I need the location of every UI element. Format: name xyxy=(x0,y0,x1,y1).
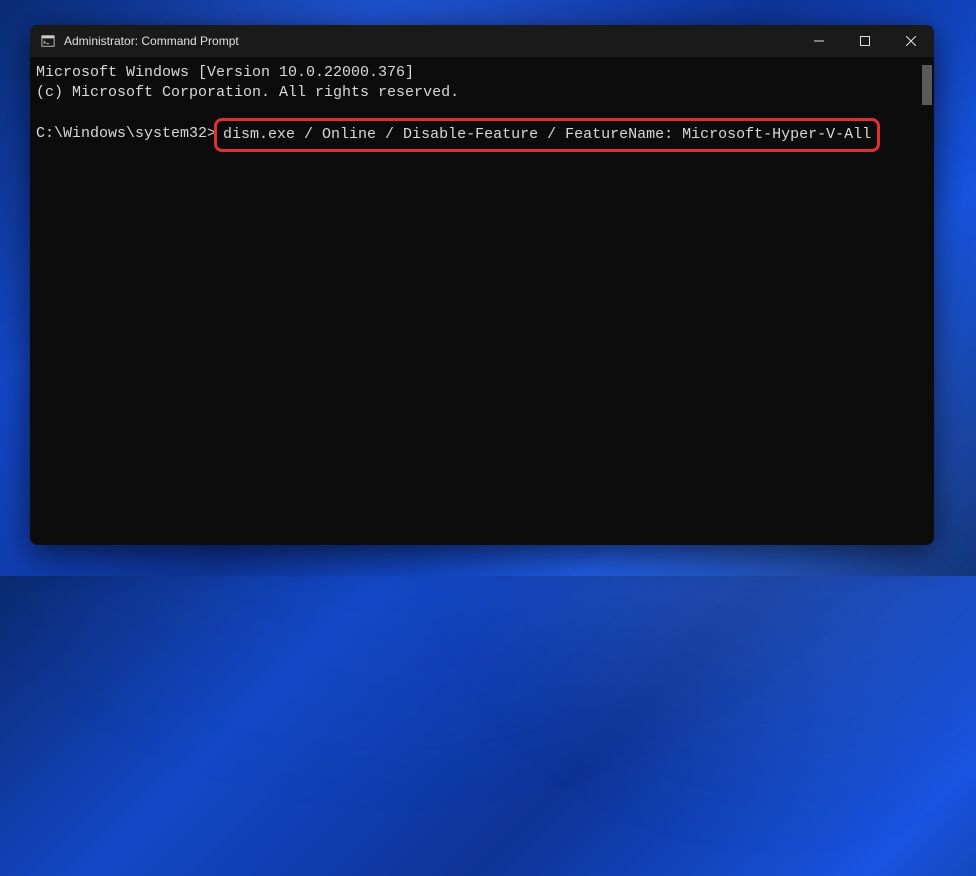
maximize-button[interactable] xyxy=(842,25,888,57)
prompt-line: C:\Windows\system32> dism.exe / Online / … xyxy=(36,124,934,152)
titlebar[interactable]: Administrator: Command Prompt xyxy=(30,25,934,57)
header-line-1: Microsoft Windows [Version 10.0.22000.37… xyxy=(36,63,934,83)
prompt-path: C:\Windows\system32> xyxy=(36,124,216,152)
command-prompt-window: Administrator: Command Prompt Microsoft xyxy=(30,25,934,545)
close-button[interactable] xyxy=(888,25,934,57)
minimize-button[interactable] xyxy=(796,25,842,57)
scrollbar-track[interactable] xyxy=(918,57,934,545)
command-highlight-box: dism.exe / Online / Disable-Feature / Fe… xyxy=(214,118,880,152)
window-controls xyxy=(796,25,934,57)
scrollbar-thumb[interactable] xyxy=(922,65,932,105)
header-line-2: (c) Microsoft Corporation. All rights re… xyxy=(36,83,934,103)
window-title: Administrator: Command Prompt xyxy=(64,34,239,48)
cmd-icon xyxy=(40,33,56,49)
terminal-body[interactable]: Microsoft Windows [Version 10.0.22000.37… xyxy=(30,57,934,545)
command-text: dism.exe / Online / Disable-Feature / Fe… xyxy=(223,126,871,143)
